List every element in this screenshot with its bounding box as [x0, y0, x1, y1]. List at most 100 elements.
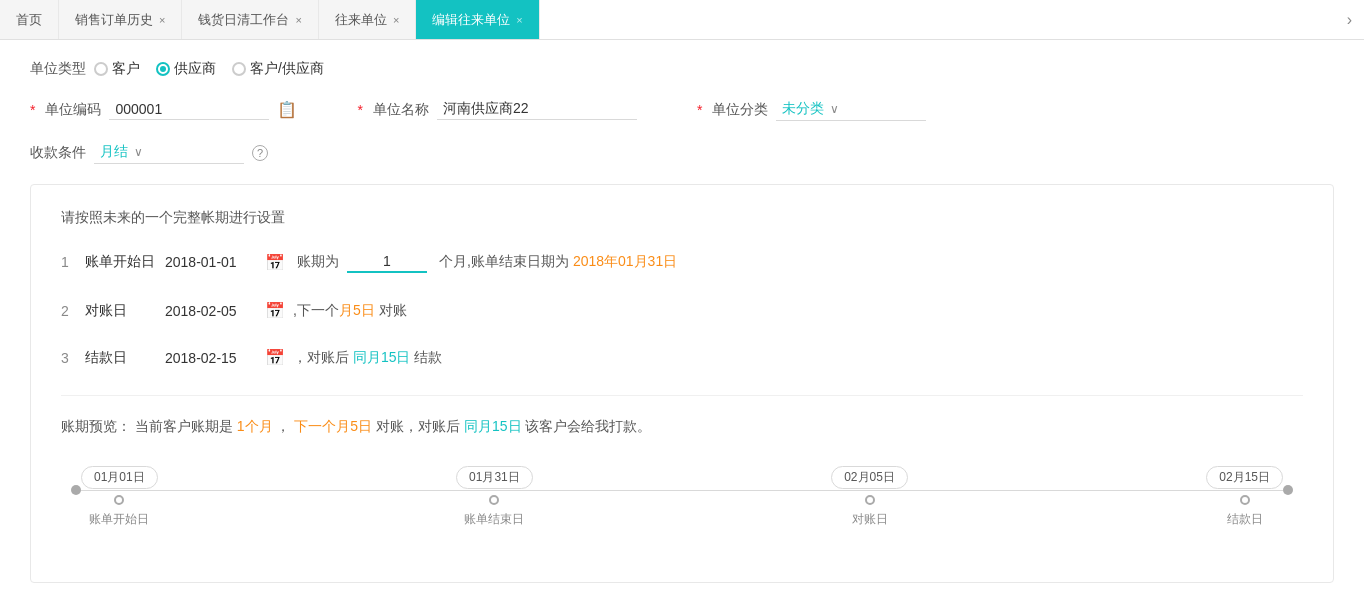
tab-cash-work-label: 钱货日清工作台 [198, 11, 289, 29]
timeline-label-1: 账单结束日 [464, 511, 524, 528]
tab-edit-partner[interactable]: 编辑往来单位 × [416, 0, 539, 39]
tab-sales-history[interactable]: 销售订单历史 × [59, 0, 182, 39]
timeline-left-dot [71, 485, 81, 495]
timeline-container: 01月01日 账单开始日 01月31日 账单结束日 02月05日 对账日 [61, 456, 1303, 558]
radio-customer-circle [94, 62, 108, 76]
row-2-suffix: ,下一个月5日 对账 [293, 302, 407, 320]
radio-both-label: 客户/供应商 [250, 60, 324, 78]
row-2-num: 2 [61, 303, 85, 319]
unit-category-chevron-icon: ∨ [830, 102, 839, 116]
payment-terms-field: 收款条件 月结 ∨ ? [30, 141, 268, 164]
radio-supplier-label: 供应商 [174, 60, 216, 78]
preview-highlight3: 同月15日 [464, 418, 522, 434]
row-1-suffix-before: 账期为 [297, 253, 339, 271]
unit-category-star: * [697, 102, 702, 118]
tab-partner-close[interactable]: × [393, 14, 399, 26]
radio-customer[interactable]: 客户 [94, 60, 140, 78]
timeline-dot-3 [1240, 495, 1250, 505]
page-content: 单位类型 客户 供应商 客户/供应商 * 单位编码 [0, 40, 1364, 608]
row-3-label: 结款日 [85, 349, 155, 367]
payment-terms-chevron-icon: ∨ [134, 145, 143, 159]
setting-row-2: 2 对账日 2018-02-05 📅 ,下一个月5日 对账 [61, 301, 1303, 320]
row-2-calendar-icon[interactable]: 📅 [265, 301, 285, 320]
row-2-month-highlight: 月5日 [339, 302, 375, 318]
preview-text-1: 当前客户账期是 [135, 418, 233, 434]
radio-both[interactable]: 客户/供应商 [232, 60, 324, 78]
timeline-point-0: 01月01日 账单开始日 [81, 466, 158, 528]
help-icon[interactable]: ? [252, 145, 268, 161]
radio-customer-label: 客户 [112, 60, 140, 78]
radio-supplier-circle [156, 62, 170, 76]
period-input[interactable] [347, 251, 427, 273]
preview-highlight1: 1个月 [237, 418, 273, 434]
tab-more-button[interactable]: › [1335, 0, 1364, 39]
tab-sales-history-label: 销售订单历史 [75, 11, 153, 29]
tab-cash-work-close[interactable]: × [295, 14, 301, 26]
setting-row-1: 1 账单开始日 2018-01-01 📅 账期为 个月,账单结束日期为 2018… [61, 251, 1303, 273]
code-name-row: * 单位编码 📋 * 单位名称 * 单位分类 未分类 ∨ [30, 98, 1334, 121]
payment-terms-value: 月结 [100, 143, 128, 161]
row-1-date: 2018-01-01 [165, 254, 265, 270]
preview-text-3: 对账，对账后 [376, 418, 460, 434]
radio-supplier[interactable]: 供应商 [156, 60, 216, 78]
timeline-label-0: 账单开始日 [89, 511, 149, 528]
row-2-date: 2018-02-05 [165, 303, 265, 319]
timeline-badge-3: 02月15日 [1206, 466, 1283, 489]
tab-home-label: 首页 [16, 11, 42, 29]
unit-type-label: 单位类型 [30, 60, 86, 78]
row-1-label: 账单开始日 [85, 253, 155, 271]
unit-code-star: * [30, 102, 35, 118]
timeline-badge-2: 02月05日 [831, 466, 908, 489]
preview-text-2: ， [276, 418, 290, 434]
tab-cash-work[interactable]: 钱货日清工作台 × [182, 0, 318, 39]
unit-category-label: 单位分类 [712, 101, 768, 119]
row-3-date: 2018-02-15 [165, 350, 265, 366]
row-3-teal-highlight: 同月15日 [353, 349, 411, 365]
row-1-calendar-icon[interactable]: 📅 [265, 253, 285, 272]
row-3-num: 3 [61, 350, 85, 366]
unit-category-select[interactable]: 未分类 ∨ [776, 98, 926, 121]
unit-type-field: 单位类型 客户 供应商 客户/供应商 [30, 60, 324, 78]
row-2-label: 对账日 [85, 302, 155, 320]
radio-group: 客户 供应商 客户/供应商 [94, 60, 324, 78]
tab-edit-partner-label: 编辑往来单位 [432, 11, 510, 29]
row-1-end-date: 2018年01月31日 [573, 253, 677, 271]
row-3-calendar-icon[interactable]: 📅 [265, 348, 285, 367]
timeline-right-dot [1283, 485, 1293, 495]
preview-text-4: 该客户会给我打款。 [525, 418, 651, 434]
preview-section: 账期预览： 当前客户账期是 1个月 ， 下一个月5日 对账，对账后 同月15日 … [61, 395, 1303, 456]
payment-terms-select[interactable]: 月结 ∨ [94, 141, 244, 164]
card-instruction: 请按照未来的一个完整帐期进行设置 [61, 209, 1303, 227]
payment-terms-label: 收款条件 [30, 144, 86, 162]
preview-label: 账期预览： [61, 418, 131, 434]
tab-partner[interactable]: 往来单位 × [319, 0, 416, 39]
timeline-dot-1 [489, 495, 499, 505]
timeline-label-3: 结款日 [1227, 511, 1263, 528]
row-1-suffix-after: 个月,账单结束日期为 [439, 253, 569, 271]
tab-sales-history-close[interactable]: × [159, 14, 165, 26]
tabs-bar: 首页 销售订单历史 × 钱货日清工作台 × 往来单位 × 编辑往来单位 × › [0, 0, 1364, 40]
unit-code-input[interactable] [109, 99, 269, 120]
unit-name-input[interactable] [437, 99, 637, 120]
radio-both-circle [232, 62, 246, 76]
row-3-suffix: ，对账后 同月15日 结款 [293, 349, 442, 367]
preview-text: 账期预览： 当前客户账期是 1个月 ， 下一个月5日 对账，对账后 同月15日 … [61, 412, 1303, 440]
unit-category-value: 未分类 [782, 100, 824, 118]
unit-code-calendar-icon[interactable]: 📋 [277, 100, 297, 119]
settings-card: 请按照未来的一个完整帐期进行设置 1 账单开始日 2018-01-01 📅 账期… [30, 184, 1334, 583]
timeline-point-1: 01月31日 账单结束日 [456, 466, 533, 528]
timeline-badge-1: 01月31日 [456, 466, 533, 489]
tab-edit-partner-close[interactable]: × [516, 14, 522, 26]
unit-name-star: * [357, 102, 362, 118]
payment-terms-row: 收款条件 月结 ∨ ? [30, 141, 1334, 164]
setting-row-3: 3 结款日 2018-02-15 📅 ，对账后 同月15日 结款 [61, 348, 1303, 367]
row-1-num: 1 [61, 254, 85, 270]
tab-home[interactable]: 首页 [0, 0, 59, 39]
unit-name-label: 单位名称 [373, 101, 429, 119]
timeline-points: 01月01日 账单开始日 01月31日 账单结束日 02月05日 对账日 [81, 466, 1283, 528]
unit-category-field: * 单位分类 未分类 ∨ [697, 98, 926, 121]
timeline-dot-0 [114, 495, 124, 505]
timeline-point-2: 02月05日 对账日 [831, 466, 908, 528]
timeline-badge-0: 01月01日 [81, 466, 158, 489]
unit-type-row: 单位类型 客户 供应商 客户/供应商 [30, 60, 1334, 78]
